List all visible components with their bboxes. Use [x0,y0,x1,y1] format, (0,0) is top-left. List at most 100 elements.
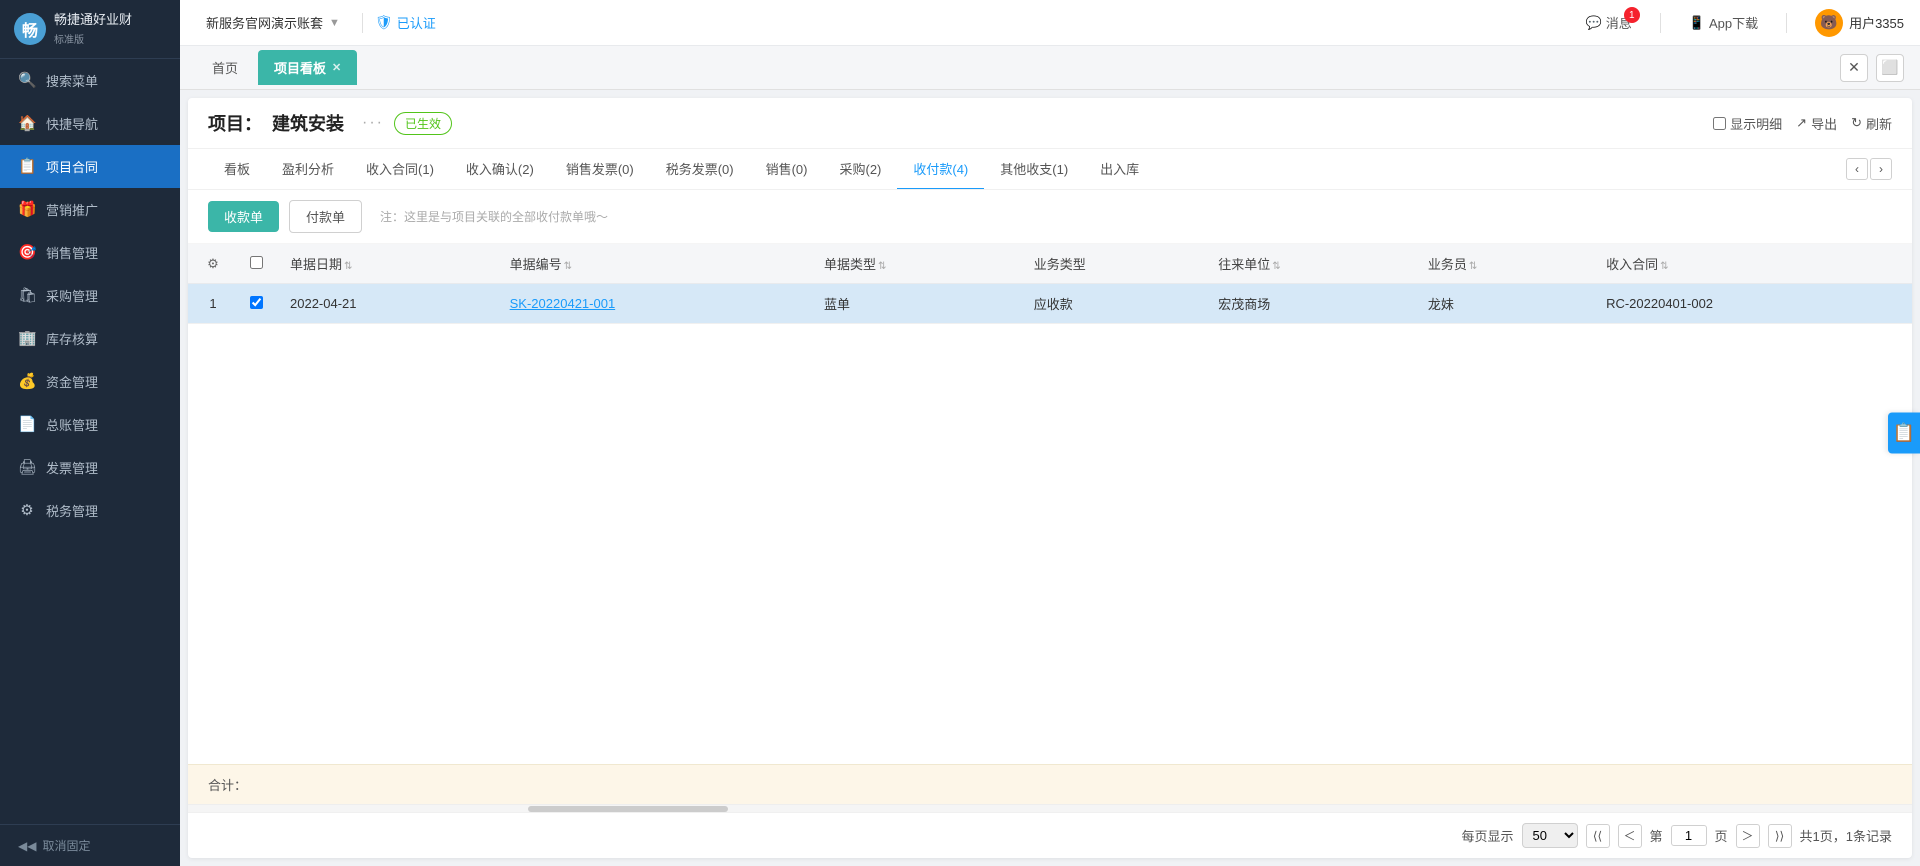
sidebar-item-0[interactable]: 🔍 搜索菜单 [0,59,180,102]
messages-button[interactable]: 💬 消息 1 [1586,13,1632,32]
settings-icon[interactable]: ⚙ [207,256,219,271]
nav-icon-4: 🎯 [18,243,36,261]
app-logo-text: 畅捷通好业财 标准版 [54,12,132,46]
horizontal-scrollbar[interactable] [188,804,1912,812]
shield-icon: 🛡 [375,14,393,31]
sort-date-icon[interactable]: ⇅ [344,261,352,272]
page-number-input[interactable] [1671,825,1707,846]
sub-tab-7[interactable]: 采购(2) [823,149,897,190]
table-row[interactable]: 1 2022-04-21 SK-20220421-001 蓝单 应收款 宏茂商场… [188,284,1912,324]
sub-tab-2[interactable]: 收入合同(1) [350,149,450,190]
row-type-0: 蓝单 [812,284,1022,324]
sidebar-footer[interactable]: ◀◀ 取消固定 [0,824,180,866]
project-name: 建筑安装 [272,110,344,136]
refresh-button[interactable]: ↻ 刷新 [1851,114,1892,133]
sidebar-item-7[interactable]: 💰 资金管理 [0,360,180,403]
row-checkbox-0[interactable] [238,284,278,324]
next-page-button[interactable]: ＞ [1736,824,1760,848]
prev-page-button[interactable]: ＜ [1618,824,1642,848]
sidebar-item-10[interactable]: ⚙ 税务管理 [0,489,180,532]
sub-tab-prev-arrow[interactable]: ‹ [1846,158,1868,180]
sub-tabs: 看板盈利分析收入合同(1)收入确认(2)销售发票(0)税务发票(0)销售(0)采… [188,149,1912,190]
sort-type-icon[interactable]: ⇅ [878,261,886,272]
filter-note: 注：这里是与项目关联的全部收付款单哦～ [380,208,608,225]
sub-tab-5[interactable]: 税务发票(0) [650,149,750,190]
table-wrapper: ⚙ 单据日期⇅ 单据编号⇅ 单据类型⇅ 业务类型 往来单位⇅ 业务员⇅ 收入合同… [188,244,1912,764]
sub-tab-8[interactable]: 收付款(4) [897,149,984,190]
chevron-down-icon: ▼ [329,17,340,29]
sidebar-item-1[interactable]: 🏠 快捷导航 [0,102,180,145]
nav-icon-3: 🎁 [18,200,36,218]
account-selector[interactable]: 新服务官网演示账套 ▼ [196,13,350,32]
sidebar-item-9[interactable]: 🖨 发票管理 [0,446,180,489]
export-button[interactable]: ↗ 导出 [1796,114,1837,133]
nav-label-8: 总账管理 [46,415,98,434]
scrollbar-thumb[interactable] [528,806,728,812]
sidebar-item-4[interactable]: 🎯 销售管理 [0,231,180,274]
show-detail-toggle[interactable]: 显示明细 [1713,114,1782,133]
topbar-right: 💬 消息 1 📱 App下载 🐻 用户3355 [1586,9,1904,37]
sub-tab-10[interactable]: 出入库 [1084,149,1155,190]
project-header-actions: 显示明细 ↗ 导出 ↻ 刷新 [1713,114,1892,133]
sidebar-logo: 畅 畅捷通好业财 标准版 [0,0,180,59]
account-name: 新服务官网演示账套 [206,13,323,32]
select-all-checkbox[interactable] [250,256,263,269]
filter-bar: 收款单 付款单 注：这里是与项目关联的全部收付款单哦～ [188,190,1912,244]
sidebar-item-6[interactable]: 🏢 库存核算 [0,317,180,360]
sub-tab-3[interactable]: 收入确认(2) [450,149,550,190]
side-action-button[interactable]: 📋 [1888,413,1920,454]
nav-icon-5: 🛍 [18,286,36,304]
sort-salesperson-icon[interactable]: ⇅ [1469,261,1477,272]
app-download-button[interactable]: 📱 App下载 [1689,13,1758,32]
col-date: 单据日期⇅ [278,244,498,284]
table-header: ⚙ 单据日期⇅ 单据编号⇅ 单据类型⇅ 业务类型 往来单位⇅ 业务员⇅ 收入合同… [188,244,1912,284]
nav-label-0: 搜索菜单 [46,71,98,90]
sort-number-icon[interactable]: ⇅ [564,261,572,272]
sort-contract-icon[interactable]: ⇅ [1660,261,1668,272]
sub-tab-1[interactable]: 盈利分析 [266,149,350,190]
row-num-0: 1 [188,284,238,324]
last-page-button[interactable]: ⟩⟩ [1768,824,1792,848]
col-gear[interactable]: ⚙ [188,244,238,284]
tab-maximize-button[interactable]: ⬜ [1876,54,1904,82]
tab-home[interactable]: 首页 [196,50,254,85]
sidebar-item-8[interactable]: 📄 总账管理 [0,403,180,446]
sort-partner-icon[interactable]: ⇅ [1272,261,1280,272]
row-number-0[interactable]: SK-20220421-001 [498,284,812,324]
col-number: 单据编号⇅ [498,244,812,284]
sub-tab-0[interactable]: 看板 [208,149,266,190]
tab-project-board[interactable]: 项目看板 ✕ [258,50,357,85]
nav-icon-1: 🏠 [18,114,36,132]
tab-minimize-button[interactable]: ✕ [1840,54,1868,82]
more-options-icon[interactable]: ··· [362,114,384,132]
total-records: 共1页，1条记录 [1800,826,1892,845]
nav-icon-10: ⚙ [18,501,36,519]
user-avatar: 🐻 [1815,9,1843,37]
receipt-tab-button[interactable]: 收款单 [208,201,279,232]
sidebar-item-2[interactable]: 📋 项目合同 [0,145,180,188]
sub-tab-6[interactable]: 销售(0) [750,149,824,190]
record-link-0[interactable]: SK-20220421-001 [510,296,616,311]
first-page-button[interactable]: ⟨⟨ [1586,824,1610,848]
tabbar: 首页 项目看板 ✕ ✕ ⬜ [180,46,1920,90]
sidebar-item-5[interactable]: 🛍 采购管理 [0,274,180,317]
sidebar-item-3[interactable]: 🎁 营销推广 [0,188,180,231]
col-checkbox [238,244,278,284]
sub-tab-4[interactable]: 销售发票(0) [550,149,650,190]
topbar-divider-1 [362,13,363,33]
nav-icon-7: 💰 [18,372,36,390]
page-size-select[interactable]: 50 100 200 [1522,823,1578,848]
payment-tab-button[interactable]: 付款单 [289,200,362,233]
nav-label-3: 营销推广 [46,200,98,219]
row-select-checkbox-0[interactable] [250,296,263,309]
sub-tab-9[interactable]: 其他收支(1) [984,149,1084,190]
nav-label-9: 发票管理 [46,458,98,477]
show-detail-checkbox[interactable] [1713,117,1726,130]
message-icon: 💬 [1586,15,1602,31]
tab-close-icon[interactable]: ✕ [332,61,341,74]
refresh-icon: ↻ [1851,115,1862,131]
sidebar-nav: 🔍 搜索菜单🏠 快捷导航📋 项目合同🎁 营销推广🎯 销售管理🛍 采购管理🏢 库存… [0,59,180,824]
sub-tab-next-arrow[interactable]: › [1870,158,1892,180]
user-menu[interactable]: 🐻 用户3355 [1815,9,1904,37]
main-area: 新服务官网演示账套 ▼ 🛡 已认证 💬 消息 1 📱 App下载 🐻 用户335… [180,0,1920,866]
